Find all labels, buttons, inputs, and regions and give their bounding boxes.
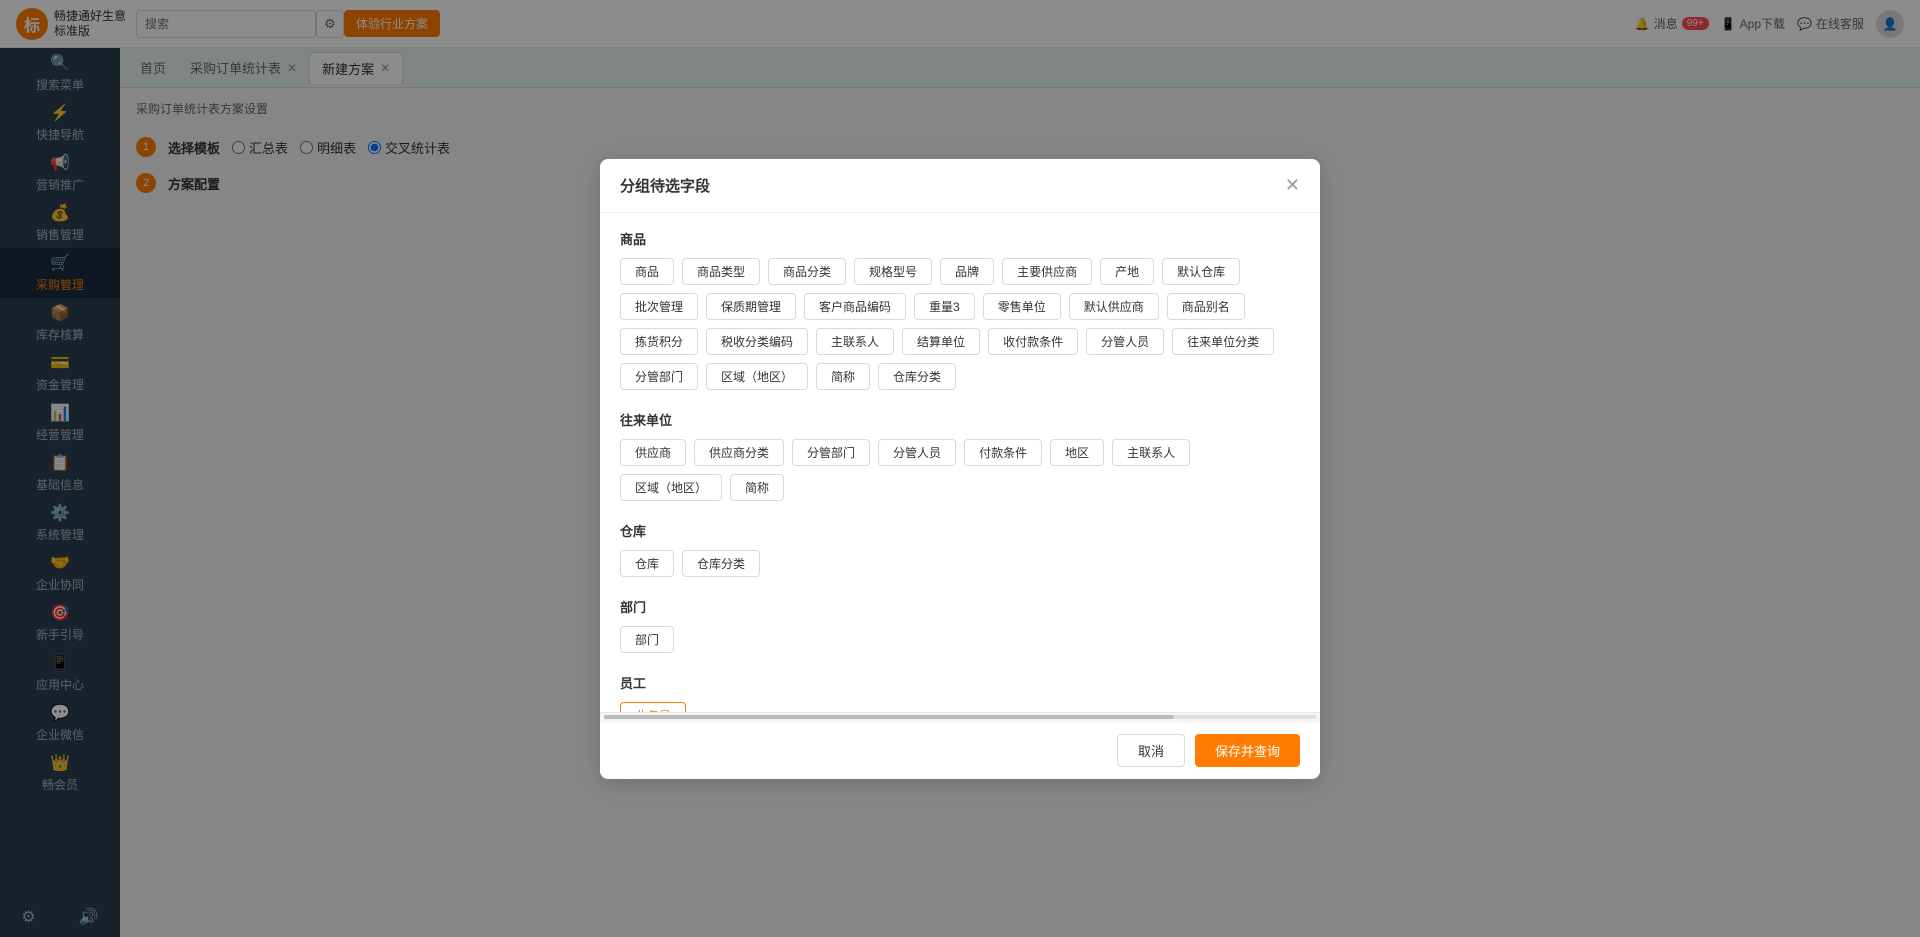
section-warehouse: 仓库仓库仓库分类 bbox=[620, 521, 1300, 577]
field-select-modal: 分组待选字段 ✕ 商品商品商品类型商品分类规格型号品牌主要供应商产地默认仓库批次… bbox=[600, 159, 1320, 779]
field-tag-supplier[interactable]: 供应商 bbox=[620, 439, 686, 466]
field-tag-batch_mgmt[interactable]: 批次管理 bbox=[620, 293, 698, 320]
field-tag-short_name2[interactable]: 简称 bbox=[730, 474, 784, 501]
section-product: 商品商品商品类型商品分类规格型号品牌主要供应商产地默认仓库批次管理保质期管理客户… bbox=[620, 229, 1300, 390]
field-tag-product_alias[interactable]: 商品别名 bbox=[1167, 293, 1245, 320]
field-tags-employee: 业务员 bbox=[620, 702, 1300, 713]
field-tag-payment_cond[interactable]: 付款条件 bbox=[964, 439, 1042, 466]
section-title-warehouse: 仓库 bbox=[620, 521, 1300, 540]
field-tag-settlement_unit[interactable]: 结算单位 bbox=[902, 328, 980, 355]
field-tag-main_contact2[interactable]: 主联系人 bbox=[1112, 439, 1190, 466]
cancel-button[interactable]: 取消 bbox=[1117, 734, 1185, 767]
field-tag-dept[interactable]: 分管部门 bbox=[792, 439, 870, 466]
modal-overlay: 分组待选字段 ✕ 商品商品商品类型商品分类规格型号品牌主要供应商产地默认仓库批次… bbox=[0, 0, 1920, 937]
field-tag-origin[interactable]: 产地 bbox=[1100, 258, 1154, 285]
field-tag-dept_personnel[interactable]: 分管人员 bbox=[878, 439, 956, 466]
section-title-partner: 往来单位 bbox=[620, 410, 1300, 429]
section-title-department: 部门 bbox=[620, 597, 1300, 616]
field-tag-retail_unit[interactable]: 零售单位 bbox=[983, 293, 1061, 320]
field-tag-product[interactable]: 商品 bbox=[620, 258, 674, 285]
field-tag-main_supplier[interactable]: 主要供应商 bbox=[1002, 258, 1092, 285]
field-tag-spec_type[interactable]: 规格型号 bbox=[854, 258, 932, 285]
field-tags-product: 商品商品类型商品分类规格型号品牌主要供应商产地默认仓库批次管理保质期管理客户商品… bbox=[620, 258, 1300, 390]
field-tag-manager[interactable]: 分管人员 bbox=[1086, 328, 1164, 355]
field-tag-tax_code[interactable]: 税收分类编码 bbox=[706, 328, 808, 355]
field-tag-short_name[interactable]: 简称 bbox=[816, 363, 870, 390]
field-tag-default_supplier[interactable]: 默认供应商 bbox=[1069, 293, 1159, 320]
field-tag-brand[interactable]: 品牌 bbox=[940, 258, 994, 285]
field-tag-supplier_category[interactable]: 供应商分类 bbox=[694, 439, 784, 466]
field-tag-region[interactable]: 区域（地区） bbox=[706, 363, 808, 390]
field-tag-product_type[interactable]: 商品类型 bbox=[682, 258, 760, 285]
modal-body: 商品商品商品类型商品分类规格型号品牌主要供应商产地默认仓库批次管理保质期管理客户… bbox=[600, 213, 1320, 713]
modal-header: 分组待选字段 ✕ bbox=[600, 159, 1320, 213]
field-tag-pickup_points[interactable]: 拣货积分 bbox=[620, 328, 698, 355]
field-tag-warehouse_cat[interactable]: 仓库分类 bbox=[682, 550, 760, 577]
field-tag-payment_terms[interactable]: 收付款条件 bbox=[988, 328, 1078, 355]
modal-hscroll bbox=[600, 712, 1320, 720]
field-tag-product_category[interactable]: 商品分类 bbox=[768, 258, 846, 285]
field-tag-warehouse[interactable]: 仓库 bbox=[620, 550, 674, 577]
field-tag-department[interactable]: 部门 bbox=[620, 626, 674, 653]
section-department: 部门部门 bbox=[620, 597, 1300, 653]
field-tag-area[interactable]: 地区 bbox=[1050, 439, 1104, 466]
field-tags-warehouse: 仓库仓库分类 bbox=[620, 550, 1300, 577]
field-tags-department: 部门 bbox=[620, 626, 1300, 653]
field-tag-weight3[interactable]: 重量3 bbox=[914, 293, 975, 320]
field-tag-expiry_mgmt[interactable]: 保质期管理 bbox=[706, 293, 796, 320]
field-tag-unit_category[interactable]: 往来单位分类 bbox=[1172, 328, 1274, 355]
field-tag-warehouse_category[interactable]: 仓库分类 bbox=[878, 363, 956, 390]
field-tags-partner: 供应商供应商分类分管部门分管人员付款条件地区主联系人区域（地区） 简称 bbox=[620, 439, 1300, 501]
section-title-employee: 员工 bbox=[620, 673, 1300, 692]
field-tag-salesperson[interactable]: 业务员 bbox=[620, 702, 686, 713]
save-query-button[interactable]: 保存并查询 bbox=[1195, 734, 1300, 767]
modal-title: 分组待选字段 bbox=[620, 175, 710, 196]
field-tag-region2[interactable]: 区域（地区） bbox=[620, 474, 722, 501]
modal-close-btn[interactable]: ✕ bbox=[1285, 176, 1300, 194]
section-title-product: 商品 bbox=[620, 229, 1300, 248]
modal-footer: 取消 保存并查询 bbox=[600, 721, 1320, 779]
field-tag-customer_code[interactable]: 客户商品编码 bbox=[804, 293, 906, 320]
field-tag-default_warehouse[interactable]: 默认仓库 bbox=[1162, 258, 1240, 285]
field-tag-main_contact[interactable]: 主联系人 bbox=[816, 328, 894, 355]
section-partner: 往来单位供应商供应商分类分管部门分管人员付款条件地区主联系人区域（地区） 简称 bbox=[620, 410, 1300, 501]
field-tag-mgmt_dept[interactable]: 分管部门 bbox=[620, 363, 698, 390]
section-employee: 员工业务员 bbox=[620, 673, 1300, 713]
